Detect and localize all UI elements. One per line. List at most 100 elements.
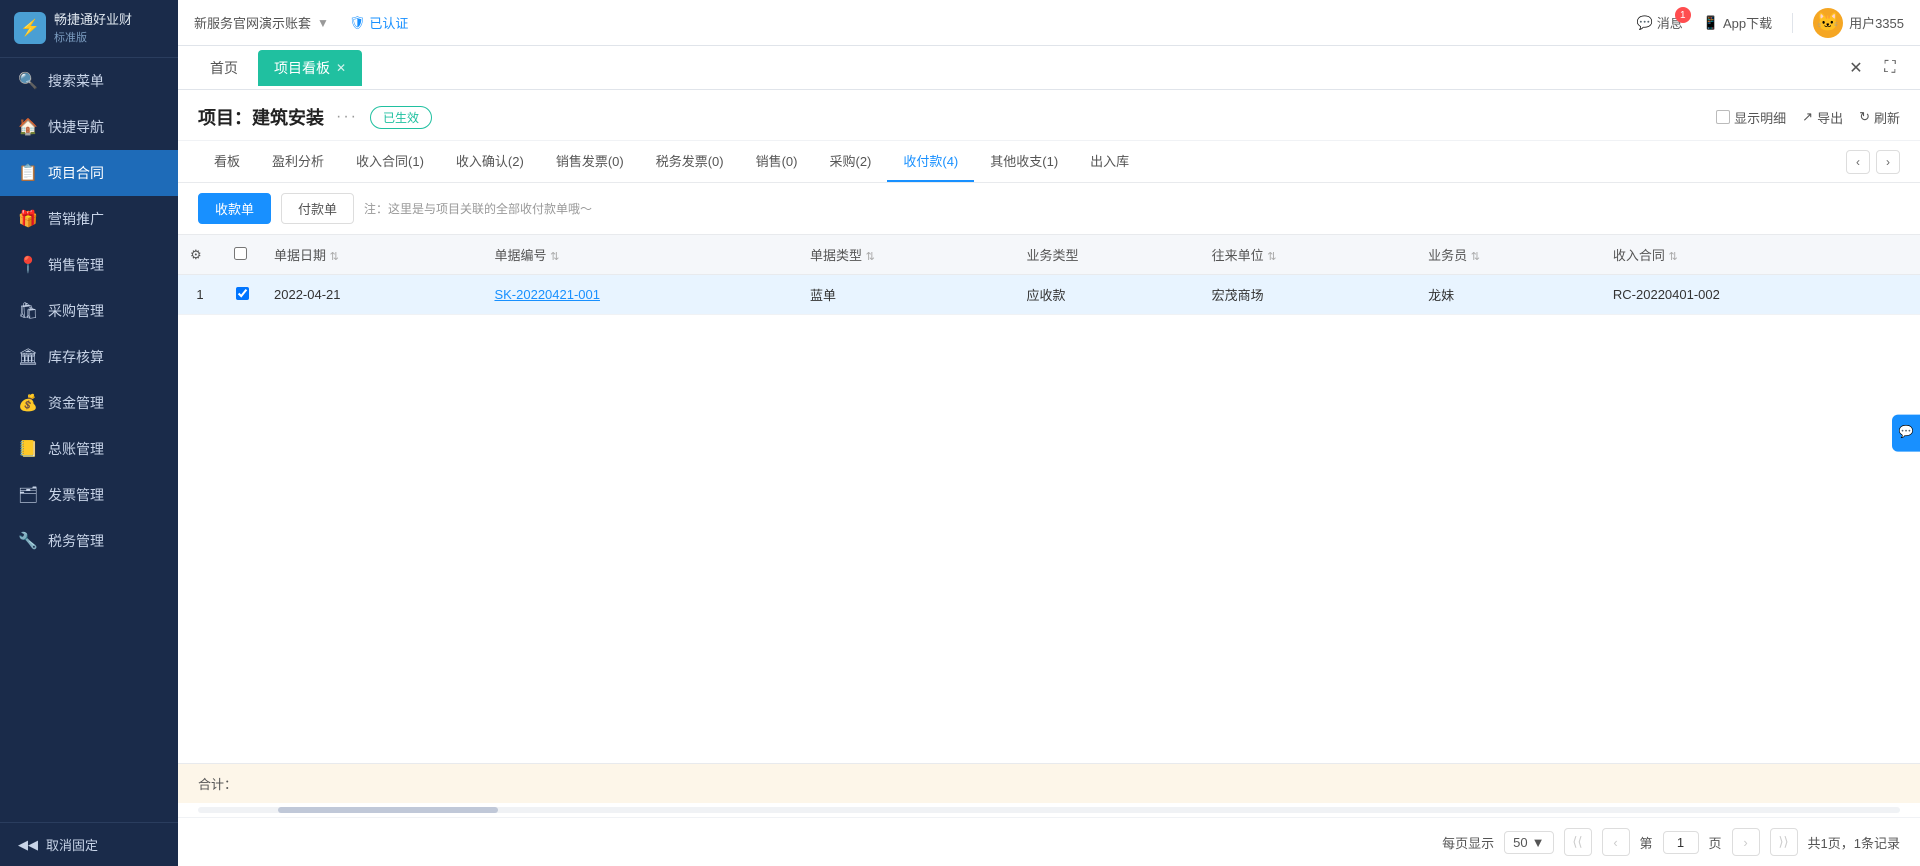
ledger-icon: 📒 [18, 439, 38, 459]
inventory-icon: 🏛 [18, 347, 38, 367]
subtab-income-contract[interactable]: 收入合同(1) [340, 141, 440, 182]
scrollbar-thumb[interactable] [278, 807, 498, 813]
window-maximize-button[interactable]: ⛶ [1876, 54, 1904, 82]
sidebar-item-marketing[interactable]: 🎁 营销推广 [0, 196, 178, 242]
total-label: 合计： [198, 774, 237, 793]
sidebar-item-label: 搜索菜单 [48, 71, 104, 91]
sort-date-icon[interactable]: ⇅ [330, 251, 339, 263]
export-button[interactable]: ↗ 导出 [1802, 108, 1843, 127]
feedback-icon: 💬 [1899, 425, 1913, 442]
more-button[interactable]: ··· [336, 108, 358, 126]
pin-icon: ◀◀ [18, 837, 38, 853]
sidebar-item-purchase[interactable]: 🛍 采购管理 [0, 288, 178, 334]
tax-icon: 🔧 [18, 531, 38, 551]
tab-home[interactable]: 首页 [194, 50, 254, 86]
page-size-select[interactable]: 50 ▼ [1504, 831, 1553, 854]
horizontal-scrollbar[interactable] [178, 803, 1920, 817]
mobile-icon: 📱 [1703, 15, 1719, 31]
subtab-income-confirm[interactable]: 收入确认(2) [440, 141, 540, 182]
chevron-down-icon: ▼ [1532, 835, 1545, 850]
tab-close-icon[interactable]: ✕ [336, 62, 346, 74]
message-button[interactable]: 💬 消息 1 [1637, 13, 1683, 32]
tab-project-board[interactable]: 项目看板 ✕ [258, 50, 362, 86]
col-date: 单据日期 ⇅ [262, 235, 482, 275]
refresh-icon: ↻ [1859, 109, 1870, 125]
page-number-input[interactable] [1663, 831, 1699, 854]
subtab-next-button[interactable]: › [1876, 150, 1900, 174]
subtab-tax-invoice[interactable]: 税务发票(0) [640, 141, 740, 182]
subtab-payment[interactable]: 收付款(4) [887, 141, 974, 182]
sidebar-item-finance[interactable]: 💰 资金管理 [0, 380, 178, 426]
feedback-tab[interactable]: 💬 [1892, 415, 1920, 452]
sidebar-item-tax[interactable]: 🔧 税务管理 [0, 518, 178, 564]
user-name: 用户3355 [1849, 13, 1904, 32]
topbar-right: 💬 消息 1 📱 App下载 🐱 用户3355 [1637, 8, 1904, 38]
sidebar-item-search[interactable]: 🔍 搜索菜单 [0, 58, 178, 104]
sort-number-icon[interactable]: ⇅ [550, 251, 559, 263]
sort-contract-icon[interactable]: ⇅ [1669, 251, 1678, 263]
page-prev-button[interactable]: ‹ [1602, 828, 1630, 856]
subtab-prev-button[interactable]: ‹ [1846, 150, 1870, 174]
col-settings[interactable]: ⚙ [178, 235, 222, 275]
table-header-row: ⚙ 单据日期 ⇅ 单据编号 ⇅ [178, 235, 1920, 275]
sidebar-item-label: 营销推广 [48, 209, 104, 229]
scrollbar-track [198, 807, 1900, 813]
subtab-other[interactable]: 其他收支(1) [974, 141, 1074, 182]
sidebar-item-label: 资金管理 [48, 393, 104, 413]
purchase-icon: 🛍 [18, 301, 38, 321]
tab-project-board-label: 项目看板 [274, 58, 330, 78]
sidebar-unpin-button[interactable]: ◀◀ 取消固定 [0, 822, 178, 866]
window-close-button[interactable]: ✕ [1842, 54, 1870, 82]
page-first-button[interactable]: ⟨⟨ [1564, 828, 1592, 856]
col-biz-type: 业务类型 [1014, 235, 1199, 275]
checkbox-icon [1716, 110, 1730, 124]
export-icon: ↗ [1802, 109, 1813, 125]
subtab-profit[interactable]: 盈利分析 [256, 141, 340, 182]
sort-salesperson-icon[interactable]: ⇅ [1471, 251, 1480, 263]
message-badge: 1 [1675, 7, 1691, 23]
page-title: 项目：建筑安装 [198, 104, 324, 130]
user-menu[interactable]: 🐱 用户3355 [1813, 8, 1904, 38]
project-selector-name: 新服务官网演示账套 [194, 13, 311, 32]
receipt-toggle-button[interactable]: 收款单 [198, 193, 271, 224]
subtab-sales[interactable]: 销售(0) [740, 141, 814, 182]
chevron-down-icon: ▼ [317, 16, 329, 30]
subtab-inout[interactable]: 出入库 [1074, 141, 1145, 182]
sidebar-item-project[interactable]: 📋 项目合同 [0, 150, 178, 196]
app-download-button[interactable]: 📱 App下载 [1703, 13, 1772, 32]
row-checkbox[interactable] [236, 287, 249, 300]
payment-toggle-button[interactable]: 付款单 [281, 193, 354, 224]
sort-partner-icon[interactable]: ⇅ [1267, 251, 1276, 263]
subtab-purchase[interactable]: 采购(2) [813, 141, 887, 182]
content-area: 项目：建筑安装 ··· 已生效 显示明细 ↗ 导出 ↻ 刷新 [178, 90, 1920, 866]
table-scroll-container: ⚙ 单据日期 ⇅ 单据编号 ⇅ [178, 234, 1920, 763]
row-seq: 1 [178, 275, 222, 315]
sidebar-brand-text: 畅捷通好业财 标准版 [54, 12, 132, 45]
page-size-label: 每页显示 [1442, 833, 1494, 852]
refresh-button[interactable]: ↻ 刷新 [1859, 108, 1900, 127]
status-badge: 已生效 [370, 106, 432, 129]
sidebar-item-ledger[interactable]: 📒 总账管理 [0, 426, 178, 472]
page-last-button[interactable]: ⟩⟩ [1770, 828, 1798, 856]
row-type: 蓝单 [798, 275, 1014, 315]
subtabs: 看板 盈利分析 收入合同(1) 收入确认(2) 销售发票(0) 税务发票(0) … [178, 141, 1920, 183]
app-name: 畅捷通好业财 [54, 12, 132, 29]
subtab-kanban[interactable]: 看板 [198, 141, 256, 182]
sidebar-item-inventory[interactable]: 🏛 库存核算 [0, 334, 178, 380]
project-selector[interactable]: 新服务官网演示账套 ▼ [194, 13, 329, 32]
sidebar-scroll: 🔍 搜索菜单 🏠 快捷导航 📋 项目合同 🎁 营销推广 📍 销售管理 🛍 采购管… [0, 58, 178, 822]
certified-label: 已认证 [369, 13, 408, 32]
sidebar-item-quick-nav[interactable]: 🏠 快捷导航 [0, 104, 178, 150]
sidebar-header: ⚡ 畅捷通好业财 标准版 [0, 0, 178, 58]
subtab-sales-invoice[interactable]: 销售发票(0) [540, 141, 640, 182]
pagination: 每页显示 50 ▼ ⟨⟨ ‹ 第 页 › ⟩⟩ 共1页，1条记录 [178, 817, 1920, 866]
sort-type-icon[interactable]: ⇅ [866, 251, 875, 263]
sidebar-item-invoice[interactable]: 🗂 发票管理 [0, 472, 178, 518]
sidebar-item-sales[interactable]: 📍 销售管理 [0, 242, 178, 288]
table-row[interactable]: 1 2022-04-21 SK-20220421-001 蓝单 应收款 宏茂商场 [178, 275, 1920, 315]
show-detail-toggle[interactable]: 显示明细 [1716, 108, 1786, 127]
row-number-link[interactable]: SK-20220421-001 [494, 287, 600, 302]
avatar: 🐱 [1813, 8, 1843, 38]
select-all-checkbox[interactable] [234, 247, 247, 260]
page-next-button[interactable]: › [1732, 828, 1760, 856]
